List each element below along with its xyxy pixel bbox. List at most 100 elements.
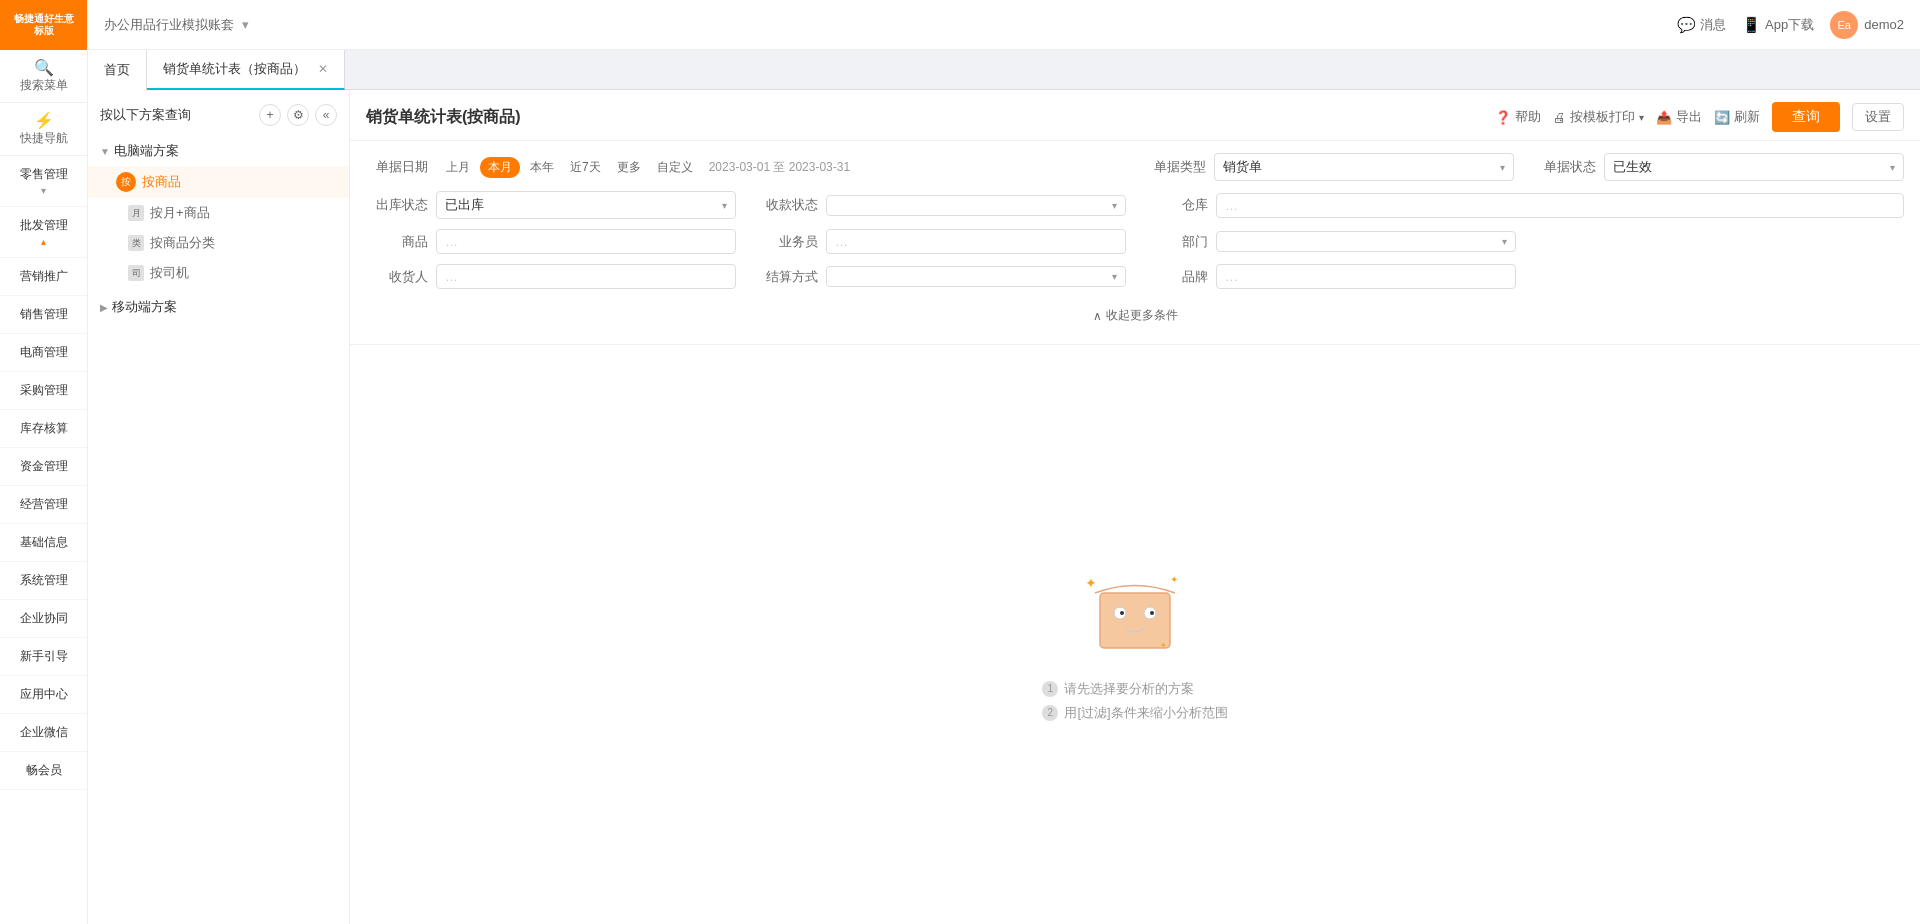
sidebar-item-inventory[interactable]: 库存核算 <box>0 410 87 448</box>
scheme-group-header-mobile[interactable]: ▶ 移动端方案 <box>88 292 349 322</box>
sidebar-quick-nav[interactable]: ⚡ 快捷导航 <box>0 103 87 156</box>
sidebar-item-label: 采购管理 <box>20 382 68 399</box>
btn-this-month[interactable]: 本月 <box>480 157 520 178</box>
settings-scheme-btn[interactable]: ⚙ <box>287 104 309 126</box>
sidebar-item-base-info[interactable]: 基础信息 <box>0 524 87 562</box>
app-download-icon: 📱 <box>1742 16 1761 34</box>
doc-type-value: 销货单 <box>1223 158 1262 176</box>
sidebar-item-label: 库存核算 <box>20 420 68 437</box>
btn-this-year[interactable]: 本年 <box>524 157 560 178</box>
brand-placeholder: … <box>1225 269 1238 284</box>
sidebar-item-apps[interactable]: 应用中心 <box>0 676 87 714</box>
date-quick-btns: 上月 本月 本年 近7天 更多 自定义 <box>440 157 699 178</box>
warehouse-input[interactable]: … <box>1216 193 1904 218</box>
product-label: 商品 <box>366 233 436 251</box>
collapse-panel-btn[interactable]: « <box>315 104 337 126</box>
btn-7days[interactable]: 近7天 <box>564 157 607 178</box>
btn-last-month[interactable]: 上月 <box>440 157 476 178</box>
payment-method-label: 结算方式 <box>736 268 826 286</box>
doc-status-arrow-icon: ▾ <box>1890 162 1895 173</box>
sidebar-item-ecommerce[interactable]: 电商管理 <box>0 334 87 372</box>
payment-method-select[interactable]: ▾ <box>826 266 1126 287</box>
date-range-text: 2023-03-01 至 2023-03-31 <box>709 159 850 176</box>
stock-out-label: 出库状态 <box>366 196 436 214</box>
sidebar-item-label: 畅会员 <box>26 762 62 779</box>
app-logo: 畅捷通好生意 标版 <box>0 0 87 50</box>
recipient-input[interactable]: … <box>436 264 736 289</box>
sidebar-item-label: 资金管理 <box>20 458 68 475</box>
sidebar-item-label: 企业协同 <box>20 610 68 627</box>
sidebar-item-sales[interactable]: 销售管理 <box>0 296 87 334</box>
brand-input[interactable]: … <box>1216 264 1516 289</box>
filter-row-4: 收货人 … 结算方式 ▾ 品牌 … <box>366 264 1904 289</box>
empty-tip-2: 2 用[过滤]条件来缩小分析范围 <box>1042 704 1227 722</box>
sidebar-item-label: 企业微信 <box>20 724 68 741</box>
svg-point-4 <box>1150 611 1154 615</box>
salesperson-label: 业务员 <box>736 233 826 251</box>
help-btn[interactable]: ❓ 帮助 <box>1495 108 1541 126</box>
sidebar-item-label: 基础信息 <box>20 534 68 551</box>
export-btn[interactable]: 📤 导出 <box>1656 108 1702 126</box>
sidebar-item-label: 营销推广 <box>20 268 68 285</box>
sidebar-item-system[interactable]: 系统管理 <box>0 562 87 600</box>
collapse-bar[interactable]: ∧ 收起更多条件 <box>366 299 1904 332</box>
sidebar-item-marketing[interactable]: 营销推广 <box>0 258 87 296</box>
scheme-item-category[interactable]: 类 按商品分类 <box>88 228 349 258</box>
filter-area: 单据日期 上月 本月 本年 近7天 更多 自定义 2023-03-01 至 20… <box>350 141 1920 345</box>
sidebar-item-member[interactable]: 畅会员 <box>0 752 87 790</box>
sidebar-item-tutorial[interactable]: 新手引导 <box>0 638 87 676</box>
scheme-sub-icon-driver: 司 <box>128 265 144 281</box>
main-area: 办公用品行业模拟账套 ▾ 💬 消息 📱 App下载 Ea demo2 首页 <box>88 0 1920 924</box>
sidebar-item-wechat[interactable]: 企业微信 <box>0 714 87 752</box>
message-btn[interactable]: 💬 消息 <box>1677 16 1726 34</box>
tab-home[interactable]: 首页 <box>88 50 147 90</box>
user-info[interactable]: Ea demo2 <box>1830 11 1904 39</box>
refresh-btn[interactable]: 🔄 刷新 <box>1714 108 1760 126</box>
page-title: 销货单统计表(按商品) <box>366 107 521 128</box>
sidebar-item-finance[interactable]: 资金管理 <box>0 448 87 486</box>
add-scheme-btn[interactable]: + <box>259 104 281 126</box>
help-icon: ❓ <box>1495 110 1511 125</box>
stock-out-arrow-icon: ▾ <box>722 200 727 211</box>
tip-text-1: 请先选择要分析的方案 <box>1064 680 1194 698</box>
product-input[interactable]: … <box>436 229 736 254</box>
sidebar-item-purchase[interactable]: 采购管理 <box>0 372 87 410</box>
salesperson-input[interactable]: … <box>826 229 1126 254</box>
doc-type-select[interactable]: 销货单 ▾ <box>1214 153 1514 181</box>
scheme-item-driver[interactable]: 司 按司机 <box>88 258 349 288</box>
salesperson-placeholder: … <box>835 234 848 249</box>
scheme-active-dot: 按 <box>116 172 136 192</box>
scheme-group-header-desktop[interactable]: ▼ 电脑端方案 <box>88 136 349 166</box>
doc-status-select[interactable]: 已生效 ▾ <box>1604 153 1904 181</box>
query-button[interactable]: 查询 <box>1772 102 1840 132</box>
settings-button[interactable]: 设置 <box>1852 103 1904 131</box>
print-btn[interactable]: 🖨 按模板打印 ▾ <box>1553 108 1644 126</box>
collapse-label: 收起更多条件 <box>1106 307 1178 324</box>
btn-custom[interactable]: 自定义 <box>651 157 699 178</box>
sidebar-item-retail[interactable]: 零售管理 ▾ <box>0 156 87 207</box>
sidebar-item-operations[interactable]: 经营管理 <box>0 486 87 524</box>
tab-report[interactable]: 销货单统计表（按商品） ✕ <box>147 50 345 90</box>
receipt-status-select[interactable]: ▾ <box>826 195 1126 216</box>
sidebar-search[interactable]: 🔍 搜索菜单 <box>0 50 87 103</box>
scheme-item-by-product[interactable]: 按 按商品 <box>88 166 349 198</box>
industry-dropdown-icon[interactable]: ▾ <box>242 17 249 32</box>
refresh-icon: 🔄 <box>1714 110 1730 125</box>
stock-out-select[interactable]: 已出库 ▾ <box>436 191 736 219</box>
filter-row-3: 商品 … 业务员 … 部门 ▾ <box>366 229 1904 254</box>
tab-report-label: 销货单统计表（按商品） <box>163 60 306 78</box>
tab-close-icon[interactable]: ✕ <box>318 62 328 76</box>
scheme-item-month-product[interactable]: 月 按月+商品 <box>88 198 349 228</box>
logo-text: 畅捷通好生意 <box>14 13 74 25</box>
btn-more[interactable]: 更多 <box>611 157 647 178</box>
sidebar-item-wholesale[interactable]: 批发管理 ▴ <box>0 207 87 258</box>
department-select[interactable]: ▾ <box>1216 231 1516 252</box>
left-panel: 按以下方案查询 + ⚙ « ▼ 电脑端方案 <box>88 90 350 924</box>
sidebar-item-enterprise[interactable]: 企业协同 <box>0 600 87 638</box>
print-icon: 🖨 <box>1553 110 1566 125</box>
page-title-bar: 销货单统计表(按商品) ❓ 帮助 🖨 按模板打印 ▾ 📤 导出 <box>350 90 1920 141</box>
print-arrow-icon: ▾ <box>1639 112 1644 123</box>
department-label: 部门 <box>1126 233 1216 251</box>
avatar: Ea <box>1830 11 1858 39</box>
app-download-btn[interactable]: 📱 App下载 <box>1742 16 1814 34</box>
